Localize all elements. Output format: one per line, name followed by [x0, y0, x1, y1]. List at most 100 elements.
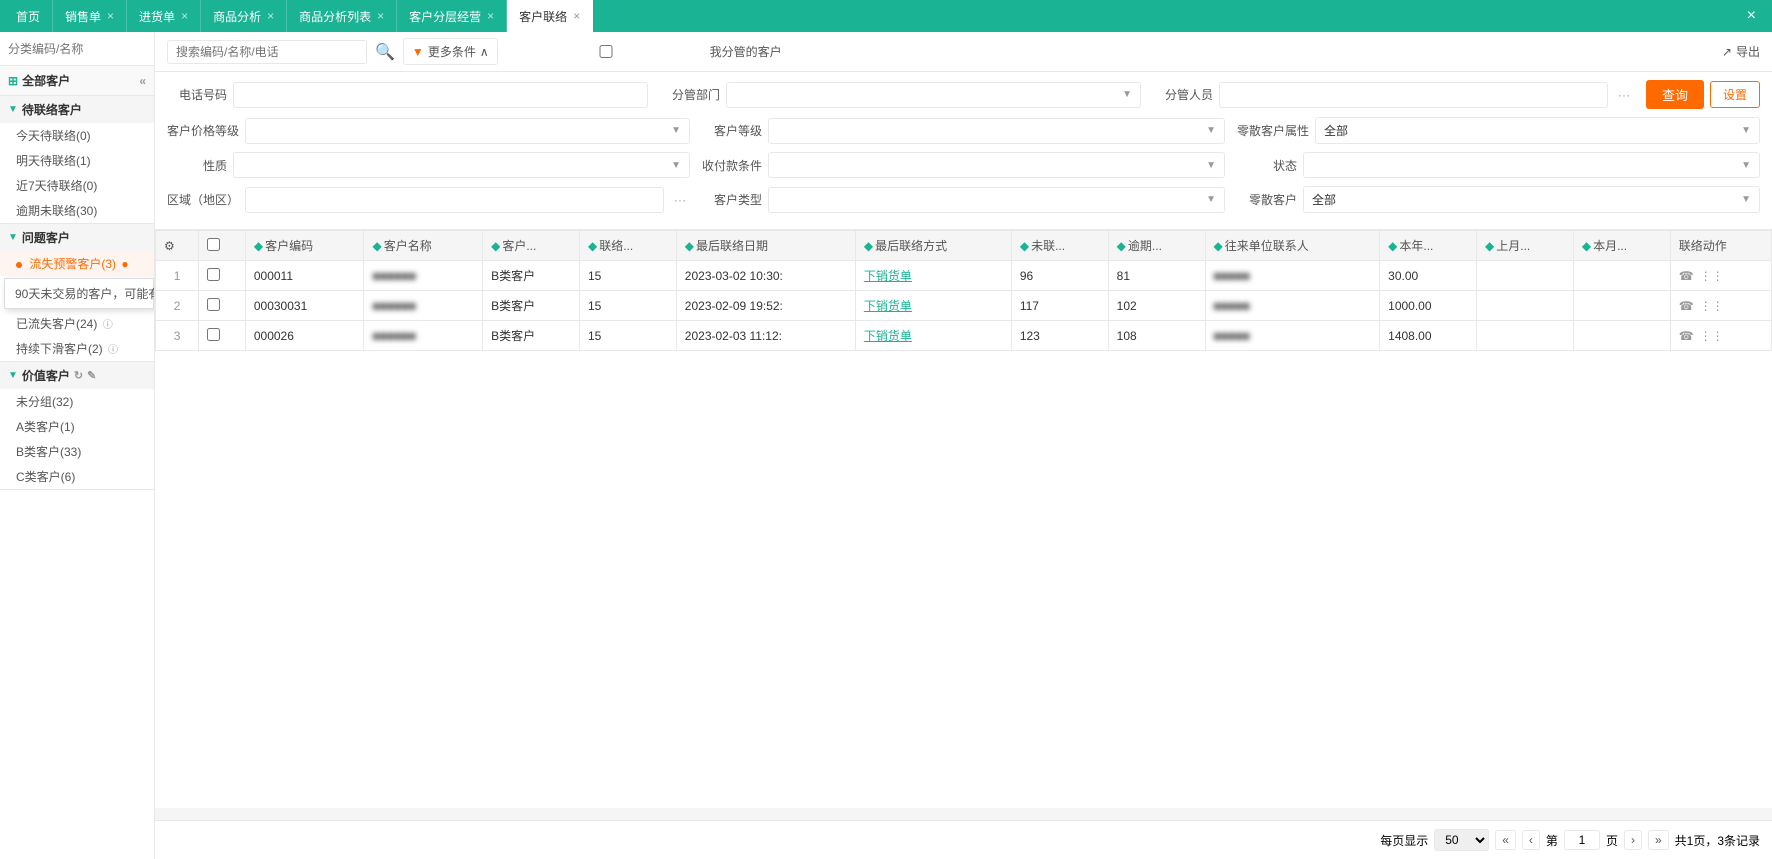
- zero-attr-select[interactable]: 全部 ▼: [1315, 117, 1760, 144]
- th-last-method[interactable]: ◆最后联络方式: [855, 231, 1011, 261]
- search-input[interactable]: [167, 40, 367, 64]
- th-this-month[interactable]: ◆本月...: [1573, 231, 1670, 261]
- sidebar-item-class-b[interactable]: B类客户(33): [0, 439, 154, 464]
- th-type[interactable]: ◆客户...: [483, 231, 580, 261]
- sidebar-section-value-header[interactable]: ▼ 价值客户 ↻ ✎: [0, 362, 154, 389]
- sidebar-item-ungroup[interactable]: 未分组(32): [0, 389, 154, 414]
- region-input[interactable]: [245, 187, 664, 213]
- filter-row-4: 区域（地区） ··· 客户类型 ▼ 零散客户 全部 ▼: [167, 186, 1760, 213]
- sidebar-search-area: 🔍: [0, 32, 154, 66]
- row-checkbox[interactable]: [199, 291, 246, 321]
- sidebar-item-class-a[interactable]: A类客户(1): [0, 414, 154, 439]
- window-close-btn[interactable]: ×: [1735, 7, 1768, 25]
- sidebar-item-7days[interactable]: 近7天待联络(0): [0, 173, 154, 198]
- edit-icon[interactable]: ✎: [87, 369, 96, 382]
- th-name[interactable]: ◆客户名称: [364, 231, 483, 261]
- export-button[interactable]: ↗ 导出: [1722, 43, 1760, 60]
- refresh-icon[interactable]: ↻: [74, 369, 83, 382]
- th-this-year[interactable]: ◆本年...: [1380, 231, 1477, 261]
- contact-icon[interactable]: ☎: [1679, 269, 1694, 283]
- sidebar-item-class-c[interactable]: C类客户(6): [0, 464, 154, 489]
- more-icon[interactable]: ⋮⋮: [1700, 269, 1724, 283]
- tab-home[interactable]: 首页: [4, 0, 53, 32]
- more-conditions-btn[interactable]: ▼ 更多条件 ∧: [403, 38, 498, 65]
- status-select[interactable]: ▼: [1303, 152, 1760, 178]
- tab-customer-layer[interactable]: 客户分层经营 ×: [397, 0, 507, 32]
- dots-icon[interactable]: ···: [670, 193, 690, 207]
- close-icon[interactable]: ×: [377, 9, 384, 23]
- close-icon[interactable]: ×: [267, 9, 274, 23]
- row-actions[interactable]: ☎ ⋮⋮: [1670, 291, 1771, 321]
- phone-input[interactable]: [233, 82, 648, 108]
- info-icon2: ⓘ: [108, 345, 118, 356]
- sidebar-item-churned[interactable]: 已流失客户(24) ⓘ: [0, 311, 154, 336]
- th-unlinked[interactable]: ◆未联...: [1011, 231, 1108, 261]
- price-level-select[interactable]: ▼: [245, 118, 690, 144]
- sort-icon: ◆: [1117, 239, 1126, 253]
- tab-product-list[interactable]: 商品分析列表 ×: [287, 0, 397, 32]
- contact-icon[interactable]: ☎: [1679, 329, 1694, 343]
- th-code[interactable]: ◆客户编码: [245, 231, 364, 261]
- th-last-month[interactable]: ◆上月...: [1477, 231, 1574, 261]
- caret-icon: ▼: [1741, 160, 1751, 171]
- first-page-btn[interactable]: «: [1495, 830, 1516, 850]
- last-page-btn[interactable]: »: [1648, 830, 1669, 850]
- sidebar-section-problem-header[interactable]: ▼ 问题客户: [0, 224, 154, 251]
- page-input[interactable]: [1564, 830, 1600, 850]
- row-actions[interactable]: ☎ ⋮⋮: [1670, 261, 1771, 291]
- sidebar-item-churn-warning[interactable]: 流失预警客户(3) ●: [0, 251, 154, 276]
- caret-icon: ▼: [671, 125, 681, 136]
- close-icon[interactable]: ×: [181, 9, 188, 23]
- more-icon[interactable]: ⋮⋮: [1700, 299, 1724, 313]
- contact-icon[interactable]: ☎: [1679, 299, 1694, 313]
- zero-retail-select[interactable]: 全部 ▼: [1303, 186, 1760, 213]
- th-settings[interactable]: ⚙: [156, 231, 199, 261]
- tab-sales[interactable]: 销售单 ×: [53, 0, 127, 32]
- dots-icon[interactable]: ···: [1614, 88, 1634, 102]
- row-checkbox[interactable]: [199, 321, 246, 351]
- sidebar-item-declining[interactable]: 持续下滑客户(2) ⓘ: [0, 336, 154, 361]
- search-button[interactable]: 🔍: [375, 42, 395, 62]
- sidebar-item-overdue[interactable]: 逾期未联络(30): [0, 198, 154, 223]
- horizontal-scrollbar[interactable]: [155, 808, 1772, 820]
- manager-input[interactable]: [1219, 82, 1608, 108]
- row-last-method[interactable]: 下销货单: [855, 291, 1011, 321]
- th-contact[interactable]: ◆联络...: [579, 231, 676, 261]
- sidebar-search-input[interactable]: [8, 42, 155, 56]
- th-rel-contact[interactable]: ◆往来单位联系人: [1205, 231, 1380, 261]
- close-icon[interactable]: ×: [487, 9, 494, 23]
- customer-type-select[interactable]: ▼: [768, 187, 1225, 213]
- tab-product-analysis[interactable]: 商品分析 ×: [201, 0, 287, 32]
- settings-button[interactable]: 设置: [1710, 81, 1760, 108]
- payment-select[interactable]: ▼: [768, 152, 1225, 178]
- prev-page-btn[interactable]: ‹: [1522, 830, 1540, 850]
- more-icon[interactable]: ⋮⋮: [1700, 329, 1724, 343]
- row-this-month: [1573, 291, 1670, 321]
- row-checkbox[interactable]: [199, 261, 246, 291]
- row-unlinked: 117: [1011, 291, 1108, 321]
- row-actions[interactable]: ☎ ⋮⋮: [1670, 321, 1771, 351]
- dept-select[interactable]: ▼: [726, 82, 1141, 108]
- sidebar-all-customers[interactable]: ⊞ 全部客户 «: [0, 66, 154, 96]
- tab-customer-link[interactable]: 客户联络 ×: [507, 0, 593, 32]
- tab-purchase[interactable]: 进货单 ×: [127, 0, 201, 32]
- next-page-btn[interactable]: ›: [1624, 830, 1642, 850]
- th-overdue[interactable]: ◆逾期...: [1108, 231, 1205, 261]
- my-customers-check[interactable]: [506, 45, 706, 58]
- query-button[interactable]: 查询: [1646, 80, 1704, 109]
- close-icon[interactable]: ×: [107, 9, 114, 23]
- sidebar-item-tomorrow[interactable]: 明天待联络(1): [0, 148, 154, 173]
- row-last-method[interactable]: 下销货单: [855, 261, 1011, 291]
- row-last-method[interactable]: 下销货单: [855, 321, 1011, 351]
- customer-level-select[interactable]: ▼: [768, 118, 1225, 144]
- select-all-checkbox[interactable]: [207, 238, 220, 251]
- gender-select[interactable]: ▼: [233, 152, 690, 178]
- page-size-select[interactable]: 50 10 20 100: [1434, 829, 1489, 851]
- close-icon[interactable]: ×: [573, 9, 580, 23]
- sidebar-section-pending-header[interactable]: ▼ 待联络客户: [0, 96, 154, 123]
- th-last-date[interactable]: ◆最后联络日期: [676, 231, 855, 261]
- th-checkbox[interactable]: [199, 231, 246, 261]
- my-customers-checkbox[interactable]: 我分管的客户: [506, 43, 782, 60]
- caret-icon: ▼: [1206, 125, 1216, 136]
- sidebar-item-today[interactable]: 今天待联络(0): [0, 123, 154, 148]
